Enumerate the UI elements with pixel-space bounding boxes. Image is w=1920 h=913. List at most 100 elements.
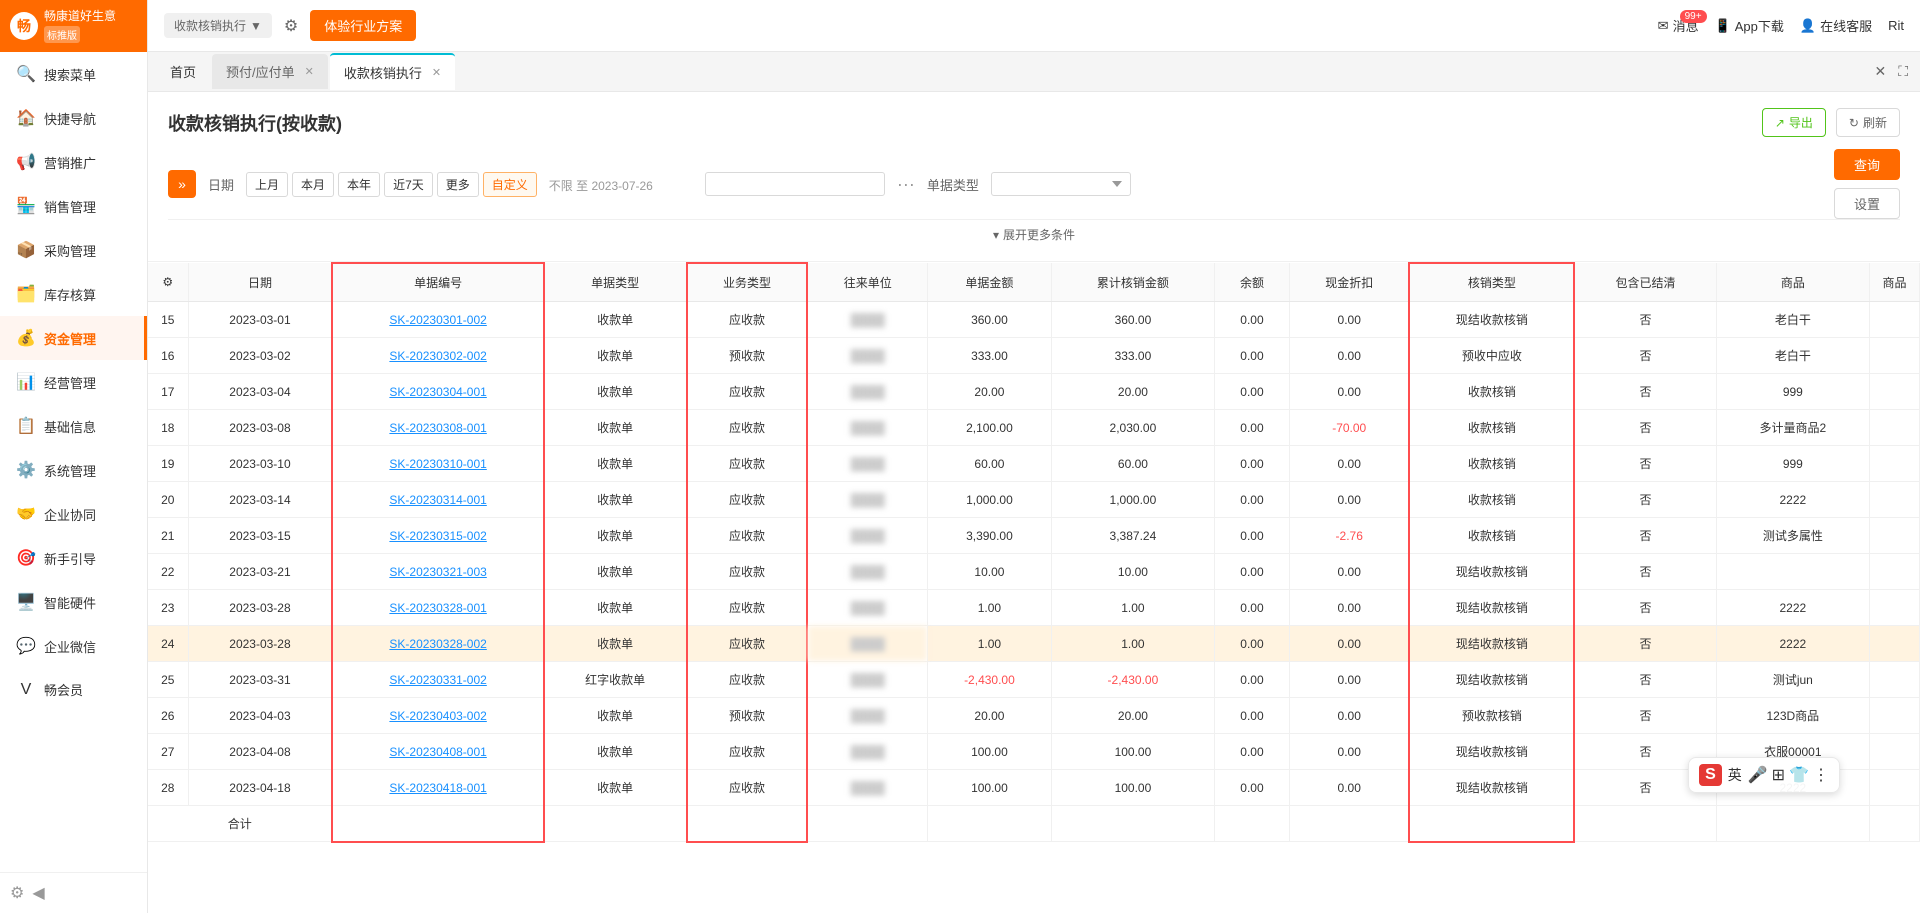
sidebar-item-system[interactable]: ⚙️ 系统管理	[0, 448, 147, 492]
td-partner: ████	[807, 770, 927, 806]
td-amount: 333.00	[927, 338, 1051, 374]
sidebar-item-label: 新手引导	[44, 549, 96, 568]
query-button[interactable]: 查询	[1834, 149, 1900, 180]
sidebar-item-purchase[interactable]: 📦 采购管理	[0, 228, 147, 272]
td-no: 21	[148, 518, 188, 554]
td-write-off-type: 收款核销	[1409, 410, 1574, 446]
td-product2	[1870, 374, 1920, 410]
export-button[interactable]: ↗ 导出	[1762, 108, 1826, 137]
td-product: 老白干	[1716, 338, 1869, 374]
expand-icon[interactable]: ⛶	[1894, 59, 1912, 84]
td-voucher-no[interactable]: SK-20230302-002	[332, 338, 543, 374]
td-write-off-type: 收款核销	[1409, 482, 1574, 518]
tab-payable-close[interactable]: ✕	[305, 65, 314, 78]
td-voucher-no[interactable]: SK-20230315-002	[332, 518, 543, 554]
sidebar-item-enterprise[interactable]: 🤝 企业协同	[0, 492, 147, 536]
app-download-button[interactable]: 📱 App下载	[1715, 16, 1784, 35]
customer-service-button[interactable]: 👤 在线客服	[1800, 16, 1872, 35]
collapse-icon[interactable]: ◀	[32, 883, 44, 903]
main-area: 收款核销执行 ▼ ⚙ 体验行业方案 ✉ 消息 99+ 📱 App下载 👤 在线客…	[148, 0, 1920, 913]
td-biz-type: 应收款	[687, 374, 808, 410]
sidebar-item-quick[interactable]: 🏠 快捷导航	[0, 96, 147, 140]
td-voucher-no[interactable]: SK-20230328-001	[332, 590, 543, 626]
sidebar-item-wechat[interactable]: 💬 企业微信	[0, 624, 147, 668]
settings-button[interactable]: 设置	[1834, 188, 1900, 219]
td-voucher-no[interactable]: SK-20230321-003	[332, 554, 543, 590]
page-title: 收款核销执行(按收款)	[168, 110, 342, 136]
td-voucher-no[interactable]: SK-20230308-001	[332, 410, 543, 446]
td-biz-type: 应收款	[687, 482, 808, 518]
td-voucher-no[interactable]: SK-20230304-001	[332, 374, 543, 410]
td-voucher-no[interactable]: SK-20230403-002	[332, 698, 543, 734]
tab-payable[interactable]: 预付/应付单 ✕	[212, 54, 328, 89]
td-voucher-type: 收款单	[544, 554, 687, 590]
td-voucher-no[interactable]: SK-20230328-002	[332, 626, 543, 662]
td-no: 16	[148, 338, 188, 374]
td-date: 2023-03-14	[188, 482, 332, 518]
sidebar-item-label: 基础信息	[44, 417, 96, 436]
sidebar-item-finance[interactable]: 💰 资金管理	[0, 316, 147, 360]
date-btn-more[interactable]: 更多	[437, 172, 479, 197]
solution-button[interactable]: 体验行业方案	[310, 10, 416, 41]
filter-toggle-button[interactable]: »	[168, 170, 196, 198]
home-icon: 🏠	[16, 108, 36, 128]
grid-icon[interactable]: ⊞	[1772, 765, 1785, 785]
td-voucher-no[interactable]: SK-20230314-001	[332, 482, 543, 518]
settings-bottom-icon[interactable]: ⚙	[10, 883, 24, 903]
tabs-actions: ✕ ⛶	[1870, 59, 1920, 84]
td-no: 17	[148, 374, 188, 410]
table-header-row: ⚙ 日期 单据编号 单据类型 业务类型 往来单位 单据金额 累计核销金额 余额 …	[148, 263, 1920, 302]
tab-receipt[interactable]: 收款核销执行 ✕	[330, 53, 455, 90]
sidebar-item-sales[interactable]: 🏪 销售管理	[0, 184, 147, 228]
td-product2	[1870, 770, 1920, 806]
th-settings[interactable]: ⚙	[148, 263, 188, 302]
td-voucher-no[interactable]: SK-20230331-002	[332, 662, 543, 698]
date-btn-last-month[interactable]: 上月	[246, 172, 288, 197]
footer-label: 合计	[148, 806, 332, 842]
mic-icon[interactable]: 🎤	[1748, 765, 1768, 785]
date-btn-custom[interactable]: 自定义	[483, 172, 537, 197]
sidebar-item-member[interactable]: V 畅会员	[0, 668, 147, 711]
td-partner: ████	[807, 590, 927, 626]
sidebar-item-operations[interactable]: 📊 经营管理	[0, 360, 147, 404]
table-row: 262023-04-03SK-20230403-002收款单预收款████20.…	[148, 698, 1920, 734]
sidebar-item-guide[interactable]: 🎯 新手引导	[0, 536, 147, 580]
data-table-container: ⚙ 日期 单据编号 单据类型 业务类型 往来单位 单据金额 累计核销金额 余额 …	[148, 262, 1920, 843]
td-write-off: 20.00	[1051, 374, 1214, 410]
td-product2	[1870, 482, 1920, 518]
expand-conditions-row[interactable]: ▾ 展开更多条件	[168, 219, 1900, 249]
message-button[interactable]: ✉ 消息 99+	[1658, 16, 1699, 35]
td-voucher-no[interactable]: SK-20230408-001	[332, 734, 543, 770]
td-product: 999	[1716, 374, 1869, 410]
td-product2	[1870, 446, 1920, 482]
footer-partner	[807, 806, 927, 842]
td-voucher-no[interactable]: SK-20230310-001	[332, 446, 543, 482]
sidebar-item-search[interactable]: 🔍 搜索菜单	[0, 52, 147, 96]
td-voucher-type: 收款单	[544, 410, 687, 446]
refresh-button[interactable]: ↻ 刷新	[1836, 108, 1900, 137]
td-voucher-no[interactable]: SK-20230301-002	[332, 302, 543, 338]
td-voucher-type: 收款单	[544, 590, 687, 626]
sidebar-item-hardware[interactable]: 🖥️ 智能硬件	[0, 580, 147, 624]
td-date: 2023-03-01	[188, 302, 332, 338]
date-btn-this-month[interactable]: 本月	[292, 172, 334, 197]
sidebar-item-basic[interactable]: 📋 基础信息	[0, 404, 147, 448]
more-icon[interactable]: ⋮	[1813, 765, 1829, 785]
sidebar-item-inventory[interactable]: 🗂️ 库存核算	[0, 272, 147, 316]
tab-receipt-close[interactable]: ✕	[432, 66, 441, 79]
gear-icon[interactable]: ⚙	[284, 16, 298, 36]
td-voucher-no[interactable]: SK-20230418-001	[332, 770, 543, 806]
td-partner: ████	[807, 338, 927, 374]
voucher-type-select[interactable]	[991, 172, 1131, 196]
td-biz-type: 应收款	[687, 554, 808, 590]
shirt-icon[interactable]: 👕	[1789, 765, 1809, 785]
date-btn-7days[interactable]: 近7天	[384, 172, 433, 197]
date-btn-this-year[interactable]: 本年	[338, 172, 380, 197]
td-partner: ████	[807, 626, 927, 662]
sidebar-item-marketing[interactable]: 📢 营销推广	[0, 140, 147, 184]
sidebar-item-label: 经营管理	[44, 373, 96, 392]
close-all-icon[interactable]: ✕	[1870, 59, 1890, 84]
th-balance: 余额	[1214, 263, 1289, 302]
tab-home[interactable]: 首页	[156, 54, 210, 89]
partner-input[interactable]	[705, 172, 885, 196]
